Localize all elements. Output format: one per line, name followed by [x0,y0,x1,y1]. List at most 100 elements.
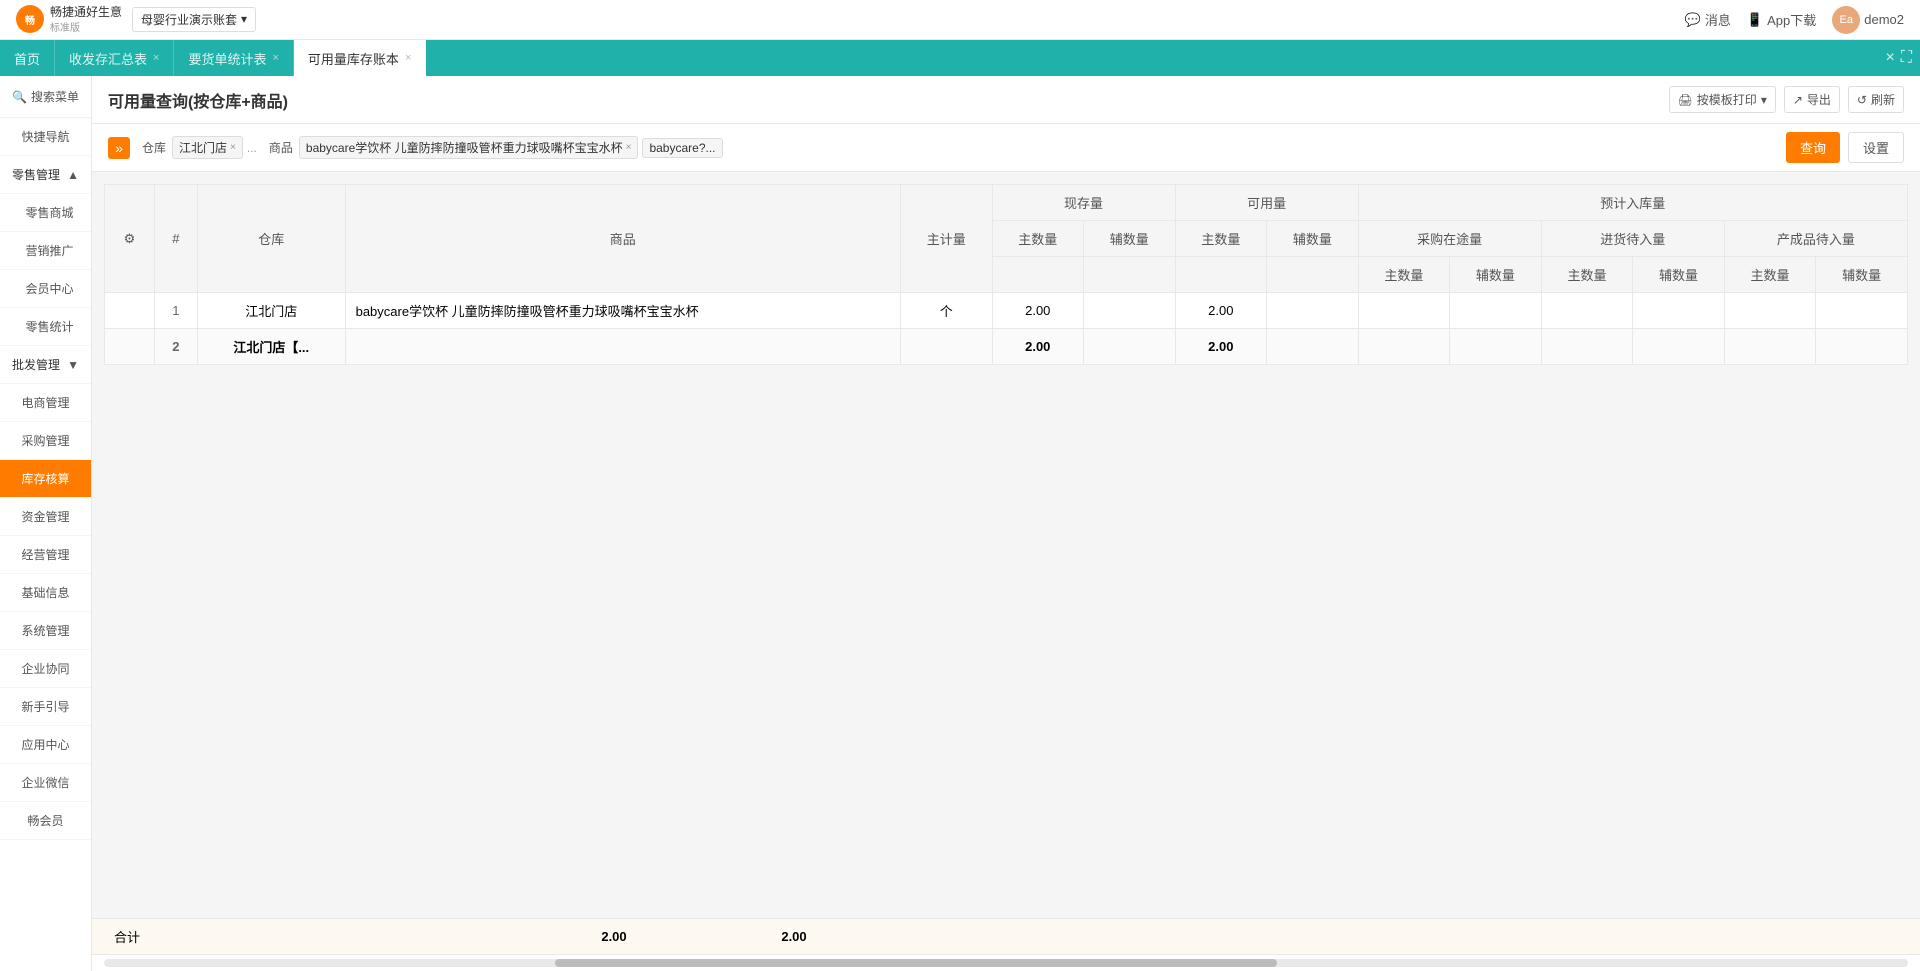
brand-subtitle: 标准版 [50,19,122,34]
print-icon: 🖨 [1678,93,1693,107]
brand-logo: 畅 畅捷通好生意 标准版 [16,5,122,34]
product-tag-2: babycare?... [642,138,722,158]
sidebar-item-basic[interactable]: 基础信息 [0,574,91,612]
quick-nav-label: 快捷导航 [21,128,69,145]
sidebar-item-inventory[interactable]: 库存核算 [0,460,91,498]
sidebar-item-member[interactable]: 会员中心 [0,270,91,308]
tab-receive-close[interactable]: × [153,52,159,64]
tab-receive-label: 收发存汇总表 [69,49,147,68]
product-filter: 商品 babycare学饮杯 儿童防摔防撞吸管杯重力球吸嘴杯宝宝水杯 × bab… [269,136,723,159]
tab-order-close[interactable]: × [272,52,278,64]
scrollbar-area [92,954,1920,971]
sidebar-item-app-center[interactable]: 应用中心 [0,726,91,764]
warehouse-tags: 江北门店 × ... [172,136,257,159]
sidebar-item-quick-nav[interactable]: 快捷导航 [0,118,91,156]
sidebar-item-wholesale[interactable]: 批发管理 ▼ [0,346,91,384]
warehouse-tag-close[interactable]: × [230,142,236,153]
print-chevron-icon: ▾ [1761,93,1767,107]
search-menu-btn[interactable]: 🔍 搜索菜单 [8,84,83,109]
message-btn[interactable]: 💬 消息 [1685,10,1731,29]
warehouse-more[interactable]: ... [247,141,257,155]
sidebar-item-system[interactable]: 系统管理 [0,612,91,650]
top-bar: 畅 畅捷通好生意 标准版 母婴行业演示账套 ▾ 💬 消息 📱 App下载 Ea … [0,0,1920,40]
export-btn[interactable]: ↗ 导出 [1784,86,1840,113]
sidebar-item-member2[interactable]: 畅会员 [0,802,91,840]
row1-settings [105,293,155,329]
tab-available-close[interactable]: × [405,52,411,64]
col-a-aux-sub [1267,257,1359,293]
summary-label: 合计 [104,927,564,946]
row2-warehouse: 江北门店【... [197,329,345,365]
user-menu[interactable]: Ea demo2 [1832,6,1904,34]
filter-actions: 查询 设置 [1786,132,1904,163]
col-pur-aux: 辅数量 [1450,257,1542,293]
sidebar-item-retail[interactable]: 零售管理 ▲ [0,156,91,194]
col-stock-group-header: 现存量 [992,185,1175,221]
sidebar-item-ecommerce[interactable]: 电商管理 [0,384,91,422]
row2-settings [105,329,155,365]
refresh-icon: ↺ [1857,93,1867,107]
col-stock-aux: 辅数量 [1084,221,1176,257]
col-settings-header: ⚙ [105,185,155,293]
product-tag-1: babycare学饮杯 儿童防摔防撞吸管杯重力球吸嘴杯宝宝水杯 × [299,136,639,159]
col-warehouse-header: 仓库 [197,185,345,293]
refresh-btn[interactable]: ↺ 刷新 [1848,86,1904,113]
warehouse-label: 仓库 [142,139,166,156]
tab-home[interactable]: 首页 [0,40,55,76]
row1-inc-aux [1633,293,1725,329]
page-title: 可用量查询(按仓库+商品) [108,88,288,112]
row1-stock-main: 2.00 [992,293,1084,329]
main-layout: 🔍 搜索菜单 快捷导航 零售管理 ▲ 零售商城 营销推广 会员中心 零售统计 批… [0,76,1920,971]
row2-stock-main: 2.00 [992,329,1084,365]
row1-inc-main [1541,293,1633,329]
col-index-header: # [154,185,197,293]
print-btn[interactable]: 🖨 按模板打印 ▾ [1669,86,1776,113]
row2-available-aux [1267,329,1359,365]
row2-prod-aux [1816,329,1908,365]
sidebar-item-finance[interactable]: 资金管理 [0,498,91,536]
sidebar-search-area: 🔍 搜索菜单 [0,76,91,118]
col-incoming-group: 进货待入量 [1541,221,1724,257]
col-product-header: 商品 [345,185,900,293]
top-bar-left: 畅 畅捷通好生意 标准版 母婴行业演示账套 ▾ [16,5,256,34]
export-icon: ↗ [1793,93,1803,107]
sidebar-item-marketing[interactable]: 营销推广 [0,232,91,270]
search-icon: 🔍 [12,90,27,104]
sidebar-item-retail-mall[interactable]: 零售商城 [0,194,91,232]
tab-available-label: 可用量库存账本 [308,49,399,68]
col-inc-aux: 辅数量 [1633,257,1725,293]
sidebar-item-enterprise-wechat[interactable]: 企业微信 [0,764,91,802]
row1-stock-aux [1084,293,1176,329]
tab-receive[interactable]: 收发存汇总表 × [55,40,174,76]
col-available-aux: 辅数量 [1267,221,1359,257]
col-s-aux-sub [1084,257,1176,293]
sidebar-item-enterprise[interactable]: 企业协同 [0,650,91,688]
col-s-main-sub [992,257,1084,293]
filter-expand-btn[interactable]: » [108,137,130,159]
tab-order[interactable]: 要货单统计表 × [174,40,293,76]
row2-pur-aux [1450,329,1542,365]
product-tag-1-close[interactable]: × [626,142,632,153]
sidebar-item-operations[interactable]: 经营管理 [0,536,91,574]
sidebar-item-purchase[interactable]: 采购管理 [0,422,91,460]
product-tags: babycare学饮杯 儿童防摔防撞吸管杯重力球吸嘴杯宝宝水杯 × babyca… [299,136,723,159]
row1-available-aux [1267,293,1359,329]
fullscreen-icon[interactable]: ⛶ [1901,49,1912,67]
close-all-icon[interactable]: × [1885,49,1894,67]
row1-prod-main [1724,293,1816,329]
table-row: 1 江北门店 babycare学饮杯 儿童防摔防撞吸管杯重力球吸嘴杯宝宝水杯 个… [105,293,1908,329]
sidebar-item-newbie[interactable]: 新手引导 [0,688,91,726]
summary-stock-main: 2.00 [564,929,664,944]
row1-prod-aux [1816,293,1908,329]
app-download-btn[interactable]: 📱 App下载 [1747,10,1816,29]
filter-bar: » 仓库 江北门店 × ... 商品 babycare学饮杯 儿童防摔防撞吸管杯… [92,124,1920,172]
sidebar-item-retail-stat[interactable]: 零售统计 [0,308,91,346]
settings-btn[interactable]: 设置 [1848,132,1904,163]
query-btn[interactable]: 查询 [1786,132,1840,163]
col-stock-main: 主数量 [992,221,1084,257]
row1-product: babycare学饮杯 儿童防摔防撞吸管杯重力球吸嘴杯宝宝水杯 [345,293,900,329]
store-selector[interactable]: 母婴行业演示账套 ▾ [132,7,256,32]
tab-available[interactable]: 可用量库存账本 × [294,40,426,76]
brand-icon: 畅 [16,5,44,33]
row1-pur-main [1358,293,1450,329]
